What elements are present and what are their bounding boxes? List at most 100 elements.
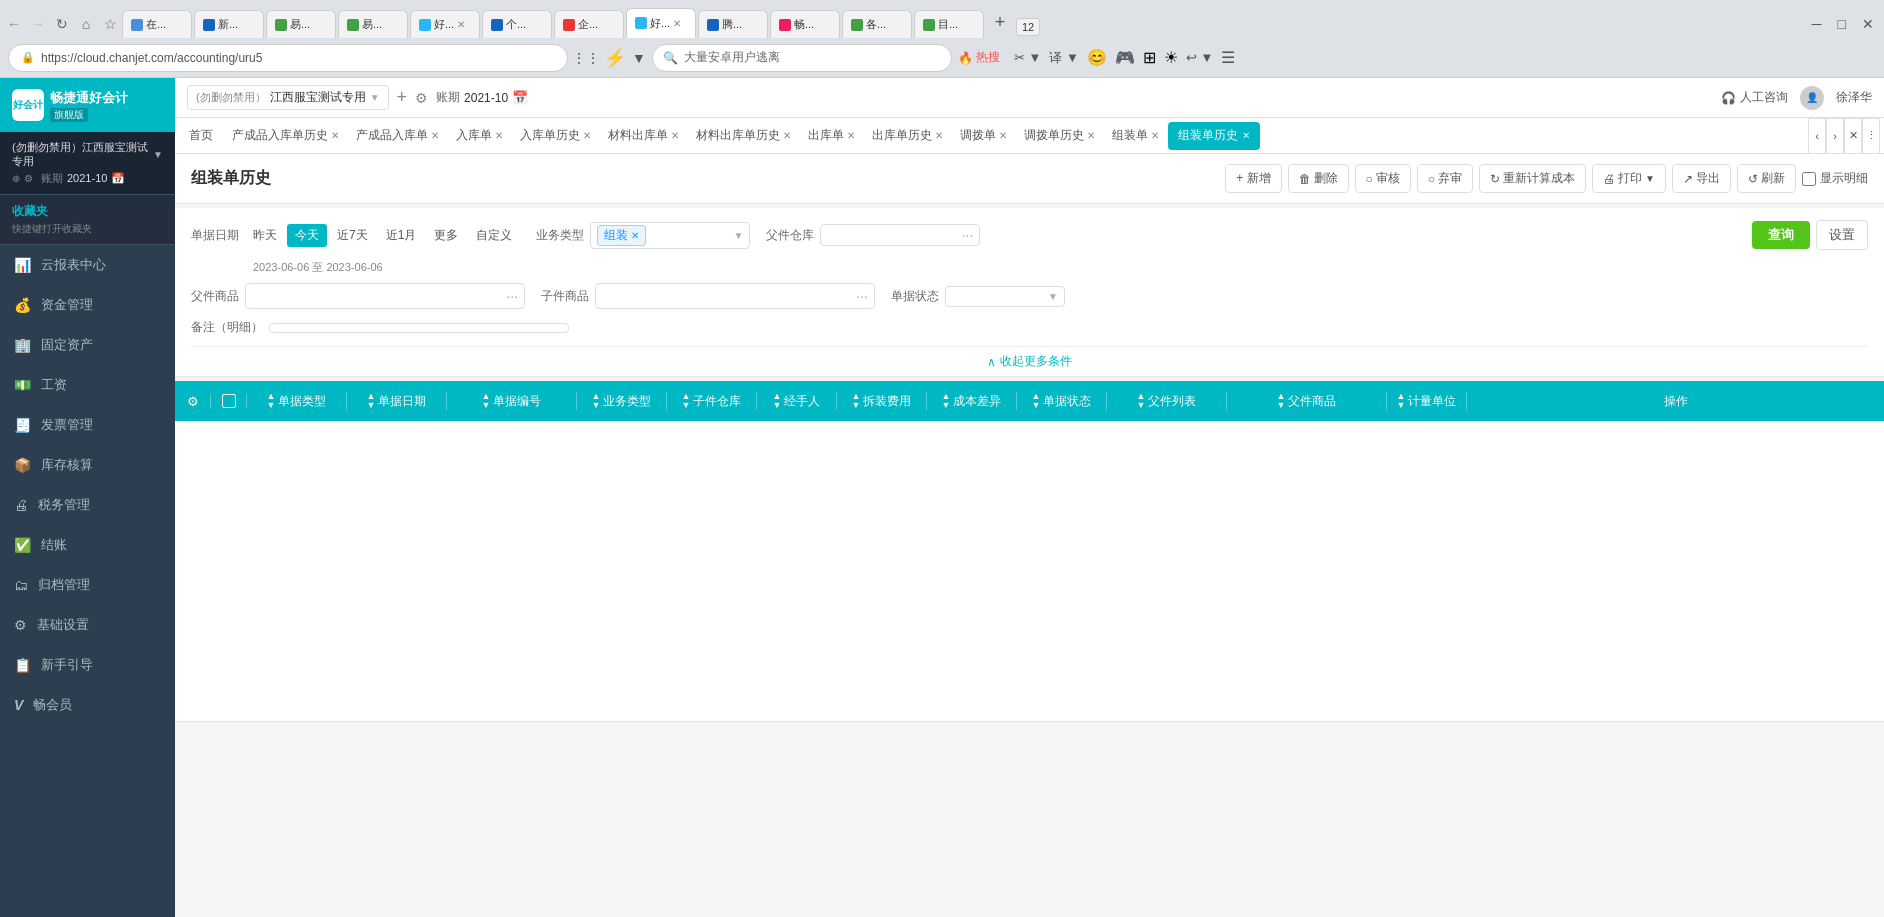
sidebar-item-basic-settings[interactable]: ⚙ 基础设置	[0, 605, 175, 645]
page-tab-adjust-hist[interactable]: 调拨单历史 ✕	[1016, 122, 1103, 150]
page-tab-in-order[interactable]: 入库单 ✕	[448, 122, 511, 150]
company-row[interactable]: (勿删勿禁用）江西服宝测试专用 ▼ ⊕ ⚙ 账期 2021-10 📅	[0, 132, 175, 195]
period-calendar-icon[interactable]: 📅	[512, 90, 528, 105]
th-order-date[interactable]: ▲▼ 单据日期	[347, 392, 447, 410]
grid-tool[interactable]: ⊞	[1143, 48, 1156, 67]
company-selector[interactable]: (勿删勿禁用） 江西服宝测试专用 ▼	[187, 85, 389, 110]
th-parent-list[interactable]: ▲▼ 父件列表	[1107, 392, 1227, 410]
page-tab-home[interactable]: 首页	[179, 122, 223, 150]
print-button[interactable]: 🖨 打印 ▼	[1592, 164, 1666, 193]
date-btn-1month[interactable]: 近1月	[378, 224, 425, 247]
menu-button[interactable]: ☰	[1221, 48, 1235, 67]
tab-12[interactable]: 目...	[914, 10, 984, 38]
tab-5-close[interactable]: ✕	[457, 19, 465, 30]
translate-tool[interactable]: 译 ▼	[1049, 49, 1078, 67]
scissors-tool[interactable]: ✂ ▼	[1014, 50, 1041, 65]
date-btn-custom[interactable]: 自定义	[468, 224, 520, 247]
tab-6[interactable]: 个...	[482, 10, 552, 38]
page-tab-in-hist[interactable]: 入库单历史 ✕	[512, 122, 599, 150]
display-detail-toggle[interactable]: 显示明细	[1802, 170, 1868, 187]
filter-settings-button[interactable]: 设置	[1816, 220, 1868, 250]
game-tool[interactable]: 🎮	[1115, 48, 1135, 67]
close-adjust-hist[interactable]: ✕	[1087, 130, 1095, 141]
sidebar-item-payroll[interactable]: 💵 工资	[0, 365, 175, 405]
forward-button[interactable]: →	[28, 14, 48, 34]
th-handler[interactable]: ▲▼ 经手人	[757, 392, 837, 410]
close-out-order[interactable]: ✕	[847, 130, 855, 141]
close-in-hist[interactable]: ✕	[583, 130, 591, 141]
page-tab-out-hist[interactable]: 出库单历史 ✕	[864, 122, 951, 150]
date-btn-7days[interactable]: 近7天	[329, 224, 376, 247]
query-button[interactable]: 查询	[1752, 221, 1810, 249]
close-adjust[interactable]: ✕	[999, 130, 1007, 141]
tab-3[interactable]: 易...	[266, 10, 336, 38]
home-button[interactable]: ⌂	[76, 14, 96, 34]
page-tab-prod-in-hist[interactable]: 产成品入库单历史 ✕	[224, 122, 347, 150]
close-assembly-hist[interactable]: ✕	[1242, 130, 1250, 141]
close-out-hist[interactable]: ✕	[935, 130, 943, 141]
sidebar-item-member[interactable]: V 畅会员	[0, 685, 175, 725]
order-status-select[interactable]: ▼	[945, 286, 1065, 307]
undo-tool[interactable]: ↩ ▼	[1186, 50, 1213, 65]
recalculate-button[interactable]: ↻ 重新计算成本	[1479, 164, 1586, 193]
discard-button[interactable]: ○ 弃审	[1417, 164, 1473, 193]
sidebar-item-cloud-report[interactable]: 📊 云报表中心	[0, 245, 175, 285]
page-tab-mat-out-hist[interactable]: 材料出库单历史 ✕	[688, 122, 799, 150]
date-btn-more[interactable]: 更多	[426, 224, 466, 247]
parent-warehouse-input[interactable]: ···	[820, 224, 980, 246]
sidebar-item-invoice-mgmt[interactable]: 🧾 发票管理	[0, 405, 175, 445]
close-in-order[interactable]: ✕	[495, 130, 503, 141]
th-parent-goods[interactable]: ▲▼ 父件商品	[1227, 392, 1387, 410]
sidebar-item-checkout[interactable]: ✅ 结账	[0, 525, 175, 565]
brightness-tool[interactable]: ☀	[1164, 48, 1178, 67]
close-mat-out-hist[interactable]: ✕	[783, 130, 791, 141]
tab-10[interactable]: 畅...	[770, 10, 840, 38]
window-maximize[interactable]: □	[1832, 14, 1852, 34]
parent-goods-input[interactable]: ···	[245, 283, 525, 309]
tab-1[interactable]: 在...	[122, 10, 192, 38]
tab-add-button[interactable]: +	[986, 10, 1014, 38]
emoji-tool[interactable]: 😊	[1087, 48, 1107, 67]
extensions-dropdown[interactable]: ▼	[632, 50, 646, 66]
sidebar-item-fund-mgmt[interactable]: 💰 资金管理	[0, 285, 175, 325]
tab-4[interactable]: 易...	[338, 10, 408, 38]
close-prod-in[interactable]: ✕	[431, 130, 439, 141]
close-assembly[interactable]: ✕	[1151, 130, 1159, 141]
bookmark-button[interactable]: ☆	[100, 14, 120, 34]
address-bar[interactable]: 🔒 https://cloud.chanjet.com/accounting/u…	[8, 44, 568, 72]
display-detail-checkbox[interactable]	[1802, 172, 1816, 186]
tab-menu[interactable]: ⋮	[1862, 118, 1880, 154]
export-button[interactable]: ↗ 导出	[1672, 164, 1731, 193]
th-unit[interactable]: ▲▼ 计量单位	[1387, 392, 1467, 410]
sidebar-item-inventory[interactable]: 📦 库存核算	[0, 445, 175, 485]
page-tab-adjust[interactable]: 调拨单 ✕	[952, 122, 1015, 150]
tab-2[interactable]: 新...	[194, 10, 264, 38]
page-tab-assembly[interactable]: 组装单 ✕	[1104, 122, 1167, 150]
site-info-button[interactable]: ⋮⋮	[574, 46, 598, 70]
tab-8-active[interactable]: 好... ✕	[626, 8, 696, 38]
biz-type-input-area[interactable]: 组装 ✕ ▼	[590, 222, 750, 249]
collapse-bar[interactable]: ∧ 收起更多条件	[191, 346, 1868, 376]
reload-button[interactable]: ↻	[52, 14, 72, 34]
add-company-button[interactable]: +	[397, 87, 408, 108]
th-order-status[interactable]: ▲▼ 单据状态	[1017, 392, 1107, 410]
horizontal-scrollbar[interactable]	[175, 721, 1884, 733]
tab-5[interactable]: 好... ✕	[410, 10, 480, 38]
close-prod-in-hist[interactable]: ✕	[331, 130, 339, 141]
sidebar-item-archive-mgmt[interactable]: 🗂 归档管理	[0, 565, 175, 605]
tab-close-all[interactable]: ✕	[1844, 118, 1862, 154]
date-btn-today[interactable]: 今天	[287, 224, 327, 247]
back-button[interactable]: ←	[4, 14, 24, 34]
sidebar-item-tax-mgmt[interactable]: 🖨 税务管理	[0, 485, 175, 525]
close-mat-out[interactable]: ✕	[671, 130, 679, 141]
page-tab-out-order[interactable]: 出库单 ✕	[800, 122, 863, 150]
audit-button[interactable]: ○ 审核	[1355, 164, 1411, 193]
search-bar[interactable]: 🔍 大量安卓用户逃离	[652, 44, 952, 72]
th-checkbox[interactable]	[211, 394, 247, 408]
consult-button[interactable]: 🎧 人工咨询	[1721, 89, 1788, 106]
th-settings[interactable]: ⚙	[175, 394, 211, 409]
th-disassemble-fee[interactable]: ▲▼ 拆装费用	[837, 392, 927, 410]
child-goods-input[interactable]: ···	[595, 283, 875, 309]
tab-11[interactable]: 各...	[842, 10, 912, 38]
tab-scroll-left[interactable]: ‹	[1808, 118, 1826, 154]
